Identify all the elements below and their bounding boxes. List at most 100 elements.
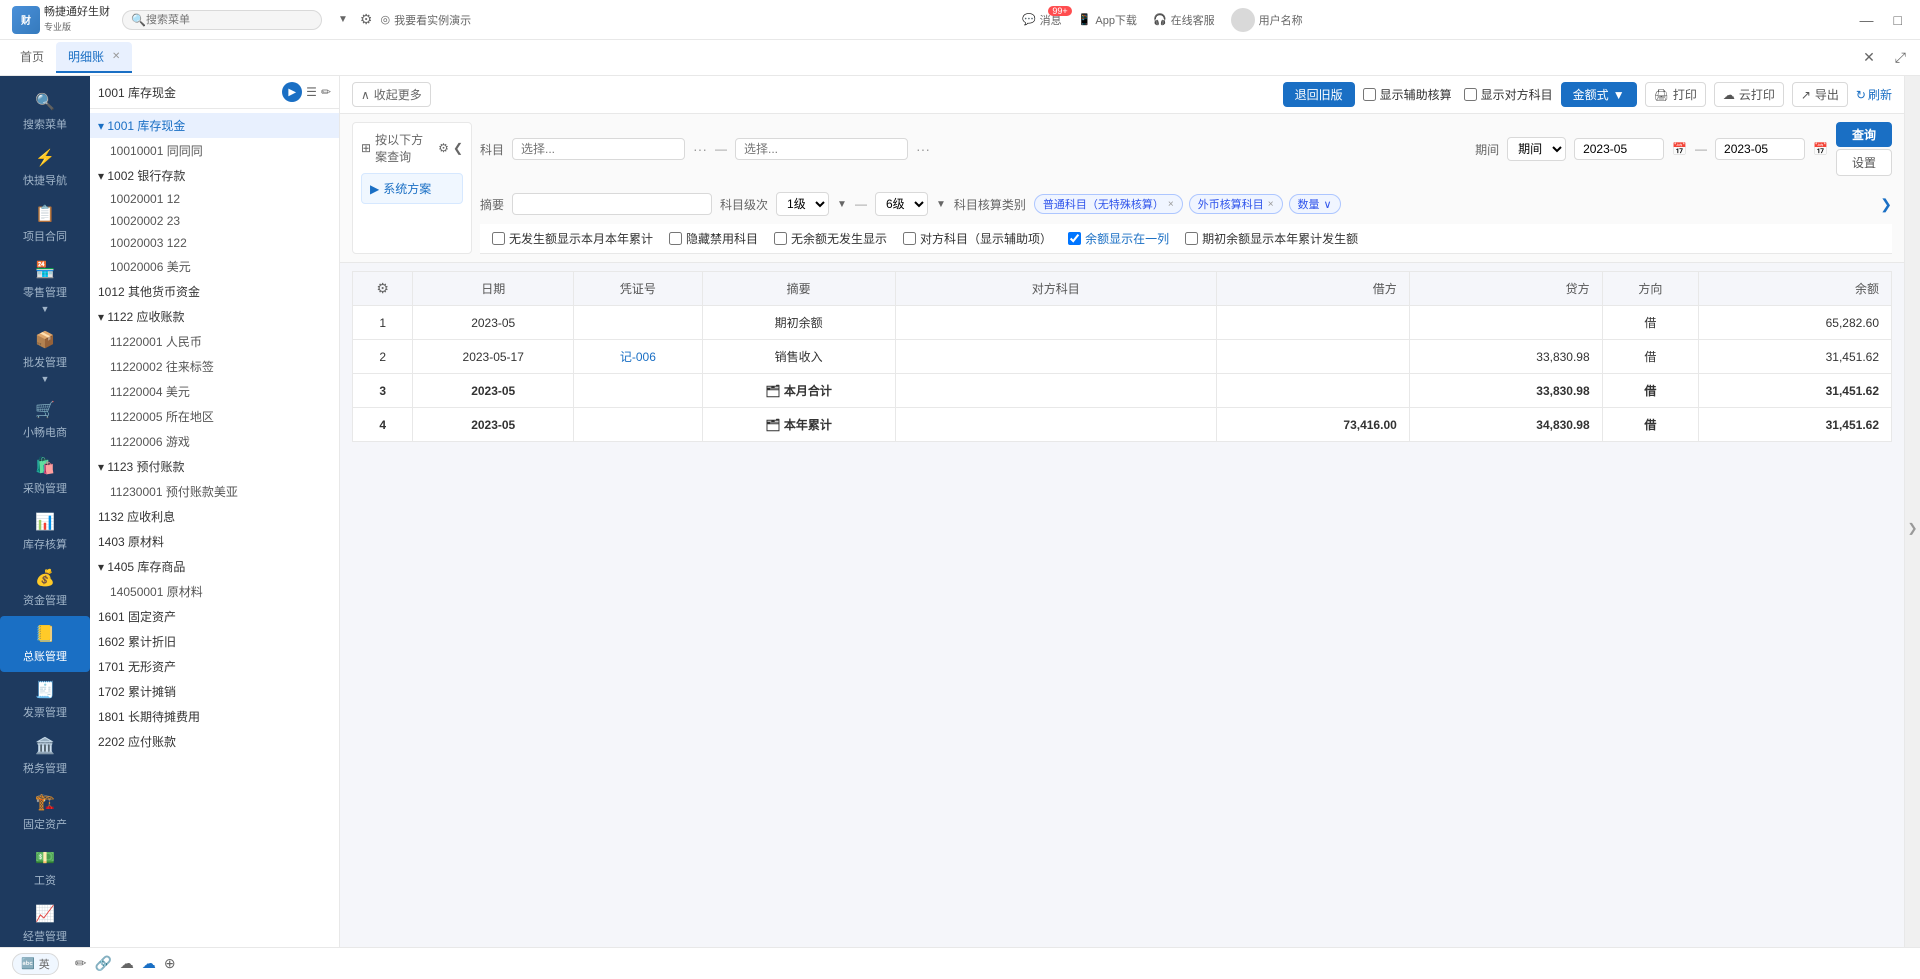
sidebar-item-retail[interactable]: 🏪 零售管理 ▼ [0, 252, 90, 322]
show-opposite-input[interactable] [1464, 88, 1477, 101]
close-panel-icon[interactable]: ❮ [453, 141, 463, 155]
level-end-select[interactable]: 6级5级4级 [875, 192, 928, 216]
app-download-button[interactable]: 📱 App下载 [1078, 12, 1137, 28]
tree-node-11220005[interactable]: 11220005 所在地区 [90, 404, 339, 429]
status-icon-4[interactable]: ☁ [142, 955, 156, 972]
period-type-select[interactable]: 期间 [1507, 137, 1566, 161]
tag-quantity[interactable]: 数量 ∨ [1289, 194, 1341, 214]
tree-node-1702[interactable]: 1702 累计摊销 [90, 679, 339, 704]
export-button[interactable]: ↗ 导出 [1792, 82, 1848, 107]
status-icon-5[interactable]: ⊕ [164, 955, 176, 972]
right-panel-collapse-icon[interactable]: ❯ [1880, 196, 1892, 213]
gear-icon[interactable]: ⚙ [360, 11, 373, 28]
period-start-input[interactable] [1574, 138, 1664, 160]
dropdown-icon[interactable]: ▼ [338, 14, 348, 25]
tree-node-11220002[interactable]: 11220002 往来标签 [90, 354, 339, 379]
calendar-end-icon[interactable]: 📅 [1813, 142, 1828, 156]
sidebar-item-inventory[interactable]: 📊 库存核算 [0, 504, 90, 560]
close-window-button[interactable]: ✕ [1857, 47, 1881, 68]
tree-node-11230001[interactable]: 11230001 预付账款美亚 [90, 479, 339, 504]
sidebar-item-project[interactable]: 📋 项目合同 [0, 196, 90, 252]
tree-node-1403[interactable]: 1403 原材料 [90, 529, 339, 554]
sidebar-item-ledger[interactable]: 📒 总账管理 [0, 616, 90, 672]
message-button[interactable]: 💬 消息 99+ [1022, 12, 1062, 28]
sidebar-item-wholesale[interactable]: 📦 批发管理 ▼ [0, 322, 90, 392]
sidebar-item-salary[interactable]: 💵 工资 [0, 840, 90, 896]
tree-node-2202[interactable]: 2202 应付账款 [90, 729, 339, 754]
minimize-button[interactable]: — [1854, 10, 1880, 30]
subject-end-input[interactable] [735, 138, 908, 160]
system-scheme-button[interactable]: ▶ 系统方案 [361, 173, 463, 204]
sidebar-item-invoice[interactable]: 🧾 发票管理 [0, 672, 90, 728]
tree-node-1132[interactable]: 1132 应收利息 [90, 504, 339, 529]
cb-no-balance[interactable]: 无余额无发生显示 [774, 230, 887, 247]
expand-more-button[interactable]: ∧ 收起更多 [352, 82, 431, 107]
cb-no-amount[interactable]: 无发生额显示本月本年累计 [492, 230, 653, 247]
tree-node-10020001[interactable]: 10020001 12 [90, 188, 339, 210]
status-icon-1[interactable]: ✏ [75, 955, 87, 972]
tree-edit-icon[interactable]: ✏ [321, 85, 331, 99]
summary-input[interactable] [512, 193, 712, 215]
cb-opening-balance-input[interactable] [1185, 232, 1198, 245]
sidebar-item-search[interactable]: 🔍 搜索菜单 [0, 84, 90, 140]
sidebar-item-tax[interactable]: 🏛️ 税务管理 [0, 728, 90, 784]
subject-end-more-icon[interactable]: ··· [916, 141, 930, 157]
tag-normal[interactable]: 普通科目（无特殊核算） × [1034, 194, 1183, 214]
query-button[interactable]: 查询 [1836, 122, 1892, 147]
tree-node-1122[interactable]: ▾ 1122 应收账款 [90, 304, 339, 329]
amount-format-button[interactable]: 金额式 ▼ [1561, 82, 1637, 107]
cb-opening-balance[interactable]: 期初余额显示本年累计发生额 [1185, 230, 1358, 247]
maximize-button[interactable]: □ [1888, 10, 1908, 30]
tree-node-1602[interactable]: 1602 累计折旧 [90, 629, 339, 654]
calendar-start-icon[interactable]: 📅 [1672, 142, 1687, 156]
tag-foreign[interactable]: 外币核算科目 × [1189, 194, 1283, 214]
tree-node-1601[interactable]: 1601 固定资产 [90, 604, 339, 629]
return-old-version-button[interactable]: 退回旧版 [1283, 82, 1355, 107]
tree-node-10010001[interactable]: 10010001 同同同 [90, 138, 339, 163]
print-button[interactable]: 🖨 打印 [1645, 82, 1706, 107]
online-service-button[interactable]: 🎧 在线客服 [1153, 12, 1215, 28]
cb-balance-col[interactable]: 余额显示在一列 [1068, 230, 1169, 247]
voucher-link-006[interactable]: 记-006 [620, 350, 656, 364]
tree-node-10020006[interactable]: 10020006 美元 [90, 254, 339, 279]
cb-hide-disabled-input[interactable] [669, 232, 682, 245]
tree-node-10020003[interactable]: 10020003 122 [90, 232, 339, 254]
cb-balance-col-input[interactable] [1068, 232, 1081, 245]
sidebar-item-management[interactable]: 📈 经营管理 [0, 896, 90, 952]
show-aux-checkbox[interactable]: 显示辅助核算 [1363, 86, 1452, 103]
sidebar-item-quick-nav[interactable]: ⚡ 快捷导航 [0, 140, 90, 196]
tree-node-11220004[interactable]: 11220004 美元 [90, 379, 339, 404]
search-input[interactable] [146, 14, 266, 26]
tab-ledger[interactable]: 明细账 ✕ [56, 42, 132, 73]
tag-foreign-close[interactable]: × [1268, 199, 1274, 210]
tag-normal-close[interactable]: × [1168, 199, 1174, 210]
tree-node-11220001[interactable]: 11220001 人民币 [90, 329, 339, 354]
tab-home[interactable]: 首页 [8, 42, 56, 73]
tree-list-icon[interactable]: ☰ [306, 85, 317, 99]
tree-node-11220006[interactable]: 11220006 游戏 [90, 429, 339, 454]
status-icon-2[interactable]: 🔗 [94, 955, 111, 972]
user-avatar[interactable]: 用户名称 [1231, 8, 1303, 32]
tree-node-1405[interactable]: ▾ 1405 库存商品 [90, 554, 339, 579]
status-icon-3[interactable]: ☁ [120, 955, 134, 972]
sidebar-item-ecommerce[interactable]: 🛒 小畅电商 [0, 392, 90, 448]
tree-node-1801[interactable]: 1801 长期待摊费用 [90, 704, 339, 729]
refresh-button[interactable]: ↻ 刷新 [1856, 86, 1892, 103]
setting-button[interactable]: 设置 [1836, 149, 1892, 176]
level-start-select[interactable]: 1级2级3级 [776, 192, 829, 216]
sidebar-item-finance[interactable]: 💰 资金管理 [0, 560, 90, 616]
tree-node-1002[interactable]: ▾ 1002 银行存款 [90, 163, 339, 188]
tree-node-1012[interactable]: 1012 其他货币资金 [90, 279, 339, 304]
cb-opposite[interactable]: 对方科目（显示辅助项） [903, 230, 1052, 247]
right-panel-toggle[interactable]: ❯ [1904, 76, 1920, 979]
tab-close-icon[interactable]: ✕ [112, 51, 120, 62]
tree-node-1701[interactable]: 1701 无形资产 [90, 654, 339, 679]
fullscreen-button[interactable]: ⤢ [1889, 47, 1912, 68]
sidebar-item-assets[interactable]: 🏗️ 固定资产 [0, 784, 90, 840]
show-aux-input[interactable] [1363, 88, 1376, 101]
cb-hide-disabled[interactable]: 隐藏禁用科目 [669, 230, 758, 247]
cloud-print-button[interactable]: ☁ 云打印 [1714, 82, 1784, 107]
subject-more-icon[interactable]: ··· [693, 141, 707, 157]
tree-node-10020002[interactable]: 10020002 23 [90, 210, 339, 232]
period-end-input[interactable] [1715, 138, 1805, 160]
